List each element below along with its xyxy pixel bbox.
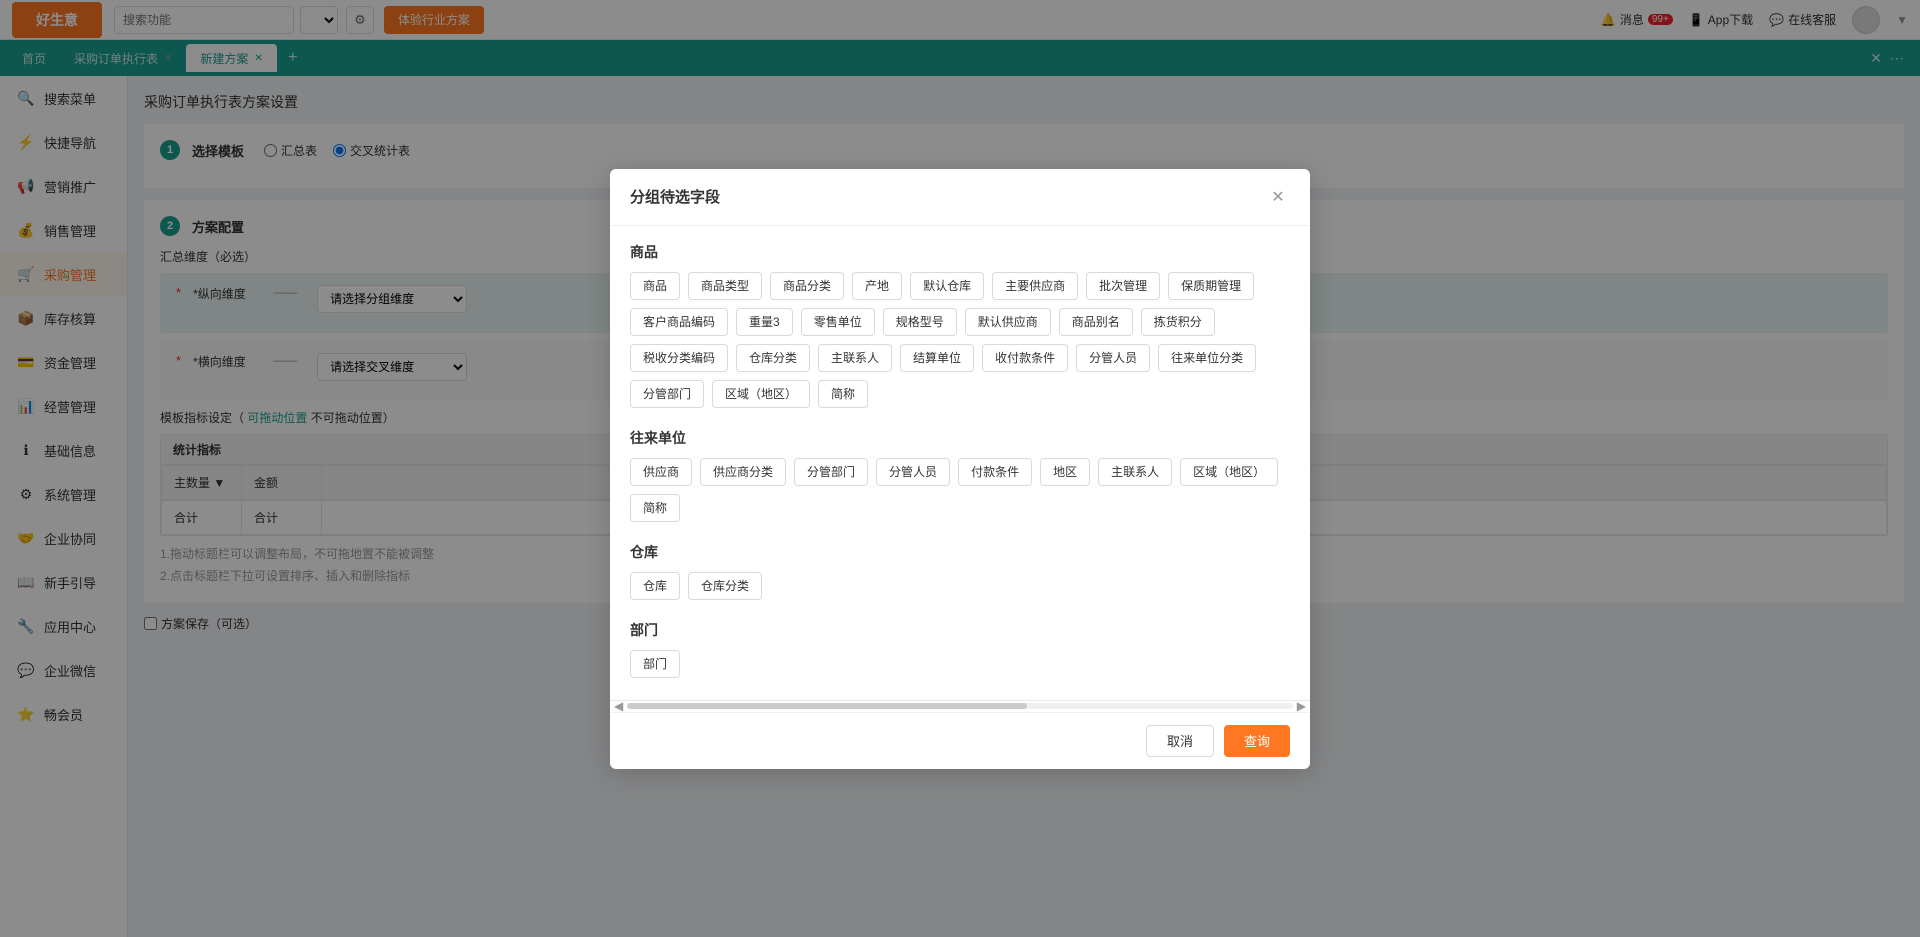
field-tag[interactable]: 结算单位 <box>900 344 974 372</box>
section-goods-tags: 商品 商品类型 商品分类 产地 默认仓库 主要供应商 批次管理 保质期管理 客户… <box>630 272 1290 408</box>
field-tag[interactable]: 税收分类编码 <box>630 344 728 372</box>
field-tag[interactable]: 分管部门 <box>630 380 704 408</box>
section-partner-title: 往来单位 <box>630 428 1290 448</box>
field-tag[interactable]: 拣货积分 <box>1141 308 1215 336</box>
field-tag[interactable]: 商品分类 <box>770 272 844 300</box>
cancel-button[interactable]: 取消 <box>1146 725 1214 757</box>
section-warehouse-tags: 仓库 仓库分类 <box>630 572 1290 600</box>
field-tag[interactable]: 简称 <box>630 494 680 522</box>
field-tag[interactable]: 商品 <box>630 272 680 300</box>
section-partner-tags: 供应商 供应商分类 分管部门 分管人员 付款条件 地区 主联系人 区域（地区） … <box>630 458 1290 522</box>
field-tag[interactable]: 供应商分类 <box>700 458 786 486</box>
field-tag[interactable]: 分管部门 <box>794 458 868 486</box>
field-tag[interactable]: 分管人员 <box>1076 344 1150 372</box>
field-tag[interactable]: 部门 <box>630 650 680 678</box>
field-tag[interactable]: 产地 <box>852 272 902 300</box>
modal-body[interactable]: 商品 商品 商品类型 商品分类 产地 默认仓库 主要供应商 批次管理 保质期管理… <box>610 226 1310 700</box>
section-warehouse: 仓库 仓库 仓库分类 <box>630 542 1290 600</box>
field-tag[interactable]: 分管人员 <box>876 458 950 486</box>
field-tag[interactable]: 地区 <box>1040 458 1090 486</box>
confirm-button[interactable]: 查询 <box>1224 725 1290 757</box>
field-tag[interactable]: 收付款条件 <box>982 344 1068 372</box>
field-tag[interactable]: 默认供应商 <box>965 308 1051 336</box>
field-tag[interactable]: 主联系人 <box>1098 458 1172 486</box>
field-tag[interactable]: 往来单位分类 <box>1158 344 1256 372</box>
section-department-title: 部门 <box>630 620 1290 640</box>
field-tag[interactable]: 仓库 <box>630 572 680 600</box>
field-tag[interactable]: 零售单位 <box>801 308 875 336</box>
section-warehouse-title: 仓库 <box>630 542 1290 562</box>
section-department: 部门 部门 <box>630 620 1290 678</box>
hscroll-track <box>627 703 1293 709</box>
field-tag[interactable]: 重量3 <box>736 308 793 336</box>
modal-footer: 取消 查询 <box>610 712 1310 769</box>
section-department-tags: 部门 <box>630 650 1290 678</box>
section-goods-title: 商品 <box>630 242 1290 262</box>
field-tag[interactable]: 简称 <box>818 380 868 408</box>
field-tag[interactable]: 默认仓库 <box>910 272 984 300</box>
modal-close-button[interactable]: ✕ <box>1266 185 1290 209</box>
field-tag[interactable]: 区域（地区） <box>1180 458 1278 486</box>
horizontal-scrollbar[interactable]: ◀ ▶ <box>610 700 1310 712</box>
modal-title: 分组待选字段 <box>630 186 720 207</box>
field-tag[interactable]: 主联系人 <box>818 344 892 372</box>
field-tag[interactable]: 保质期管理 <box>1168 272 1254 300</box>
field-tag[interactable]: 付款条件 <box>958 458 1032 486</box>
field-tag[interactable]: 客户商品编码 <box>630 308 728 336</box>
field-tag[interactable]: 仓库分类 <box>688 572 762 600</box>
field-tag[interactable]: 主要供应商 <box>992 272 1078 300</box>
field-tag[interactable]: 仓库分类 <box>736 344 810 372</box>
section-partner: 往来单位 供应商 供应商分类 分管部门 分管人员 付款条件 地区 主联系人 区域… <box>630 428 1290 522</box>
section-goods: 商品 商品 商品类型 商品分类 产地 默认仓库 主要供应商 批次管理 保质期管理… <box>630 242 1290 408</box>
field-tag[interactable]: 批次管理 <box>1086 272 1160 300</box>
field-tag[interactable]: 供应商 <box>630 458 692 486</box>
modal-overlay: 分组待选字段 ✕ 商品 商品 商品类型 商品分类 产地 默认仓库 主要供应商 批… <box>0 0 1920 937</box>
field-tag[interactable]: 商品别名 <box>1059 308 1133 336</box>
field-tag[interactable]: 商品类型 <box>688 272 762 300</box>
field-select-modal: 分组待选字段 ✕ 商品 商品 商品类型 商品分类 产地 默认仓库 主要供应商 批… <box>610 169 1310 769</box>
modal-header: 分组待选字段 ✕ <box>610 169 1310 226</box>
field-tag[interactable]: 规格型号 <box>883 308 957 336</box>
hscroll-thumb <box>627 703 1026 709</box>
field-tag[interactable]: 区域（地区） <box>712 380 810 408</box>
